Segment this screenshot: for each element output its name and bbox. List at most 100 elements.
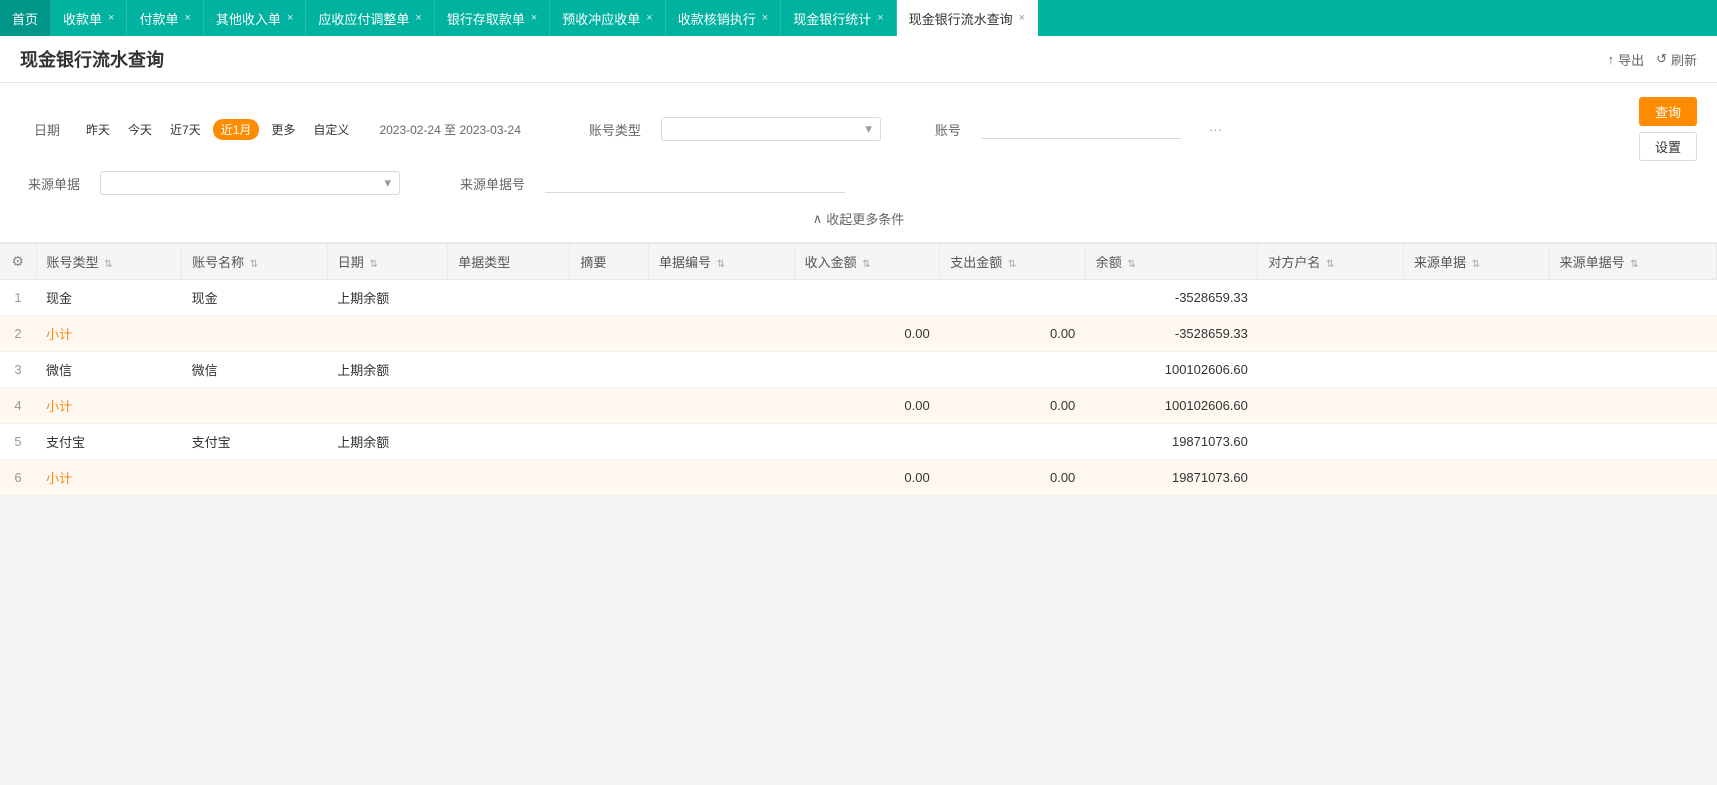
source-doc-no-input-wrapper	[545, 173, 845, 193]
row-num-cell: 5	[0, 424, 36, 460]
nav-other-income-close[interactable]: ×	[287, 12, 293, 24]
settings-button[interactable]: 设置	[1639, 132, 1697, 161]
counterpart-cell	[1258, 352, 1404, 388]
nav-ar-ap-adjust-close[interactable]: ×	[415, 12, 421, 24]
doc-type-cell	[448, 280, 570, 316]
nav-bank-deposit-label: 银行存取款单	[447, 9, 525, 28]
doc-no-cell	[649, 460, 795, 496]
summary-cell	[570, 424, 649, 460]
nav-payment-label: 付款单	[139, 9, 178, 28]
nav-bank-deposit-close[interactable]: ×	[531, 12, 537, 24]
nav-collection-exec-label: 收款核销执行	[678, 9, 756, 28]
date-option-7days[interactable]: 近7天	[164, 119, 207, 140]
summary-cell	[570, 352, 649, 388]
nav-receipt[interactable]: 收款单 ×	[51, 0, 127, 36]
nav-payment[interactable]: 付款单 ×	[127, 0, 203, 36]
collapse-up-icon: ∧	[813, 211, 823, 227]
col-summary: 摘要	[570, 244, 649, 280]
table-header: ⚙ 账号类型 ⇅ 账号名称 ⇅ 日期 ⇅ 单据类型 摘要 单据编号 ⇅ 收入金额…	[0, 244, 1717, 280]
account-type-cell: 微信	[36, 352, 182, 388]
balance-cell: 19871073.60	[1085, 424, 1258, 460]
source-doc-label: 来源单据	[20, 174, 80, 193]
account-no-label: 账号	[931, 120, 961, 139]
col-source-doc-no[interactable]: 来源单据号 ⇅	[1549, 244, 1716, 280]
balance-cell: -3528659.33	[1085, 316, 1258, 352]
row-num-cell: 3	[0, 352, 36, 388]
nav-ar-ap-adjust-label: 应收应付调整单	[318, 9, 409, 28]
counterpart-cell	[1258, 424, 1404, 460]
query-button[interactable]: 查询	[1639, 97, 1697, 126]
date-option-yesterday[interactable]: 昨天	[80, 119, 116, 140]
date-options: 昨天 今天 近7天 近1月 更多 自定义	[80, 119, 355, 140]
balance-cell: 100102606.60	[1085, 388, 1258, 424]
nav-receipt-close[interactable]: ×	[108, 12, 114, 24]
col-settings[interactable]: ⚙	[0, 244, 36, 280]
header-actions: ↑ 导出 ↺ 刷新	[1608, 50, 1697, 69]
account-type-select[interactable]: ▾	[661, 117, 881, 141]
source-doc-select[interactable]: ▾	[100, 171, 400, 195]
nav-home[interactable]: 首页	[0, 0, 51, 36]
account-name-cell	[182, 316, 328, 352]
source-doc-no-cell	[1549, 316, 1716, 352]
nav-other-income[interactable]: 其他收入单 ×	[204, 0, 306, 36]
col-account-type[interactable]: 账号类型 ⇅	[36, 244, 182, 280]
nav-bank-deposit[interactable]: 银行存取款单 ×	[435, 0, 550, 36]
account-name-cell: 微信	[182, 352, 328, 388]
source-doc-no-input[interactable]	[549, 175, 841, 190]
page-header: 现金银行流水查询 ↑ 导出 ↺ 刷新	[0, 36, 1717, 83]
nav-cash-bank-stats-label: 现金银行统计	[793, 9, 871, 28]
nav-collection-exec-close[interactable]: ×	[762, 12, 768, 24]
nav-payment-close[interactable]: ×	[184, 12, 190, 24]
filter-row-1: 日期 昨天 今天 近7天 近1月 更多 自定义 2023-02-24 至 202…	[20, 97, 1697, 161]
source-doc-cell	[1403, 424, 1549, 460]
sort-icon-source-doc-no: ⇅	[1630, 259, 1638, 270]
summary-cell	[570, 280, 649, 316]
date-cell	[327, 388, 448, 424]
income-cell	[794, 280, 940, 316]
source-doc-no-cell	[1549, 388, 1716, 424]
settings-gear-icon[interactable]: ⚙	[11, 253, 24, 269]
nav-advance-receipt-close[interactable]: ×	[646, 12, 652, 24]
col-balance[interactable]: 余额 ⇅	[1085, 244, 1258, 280]
source-doc-cell	[1403, 460, 1549, 496]
date-option-custom[interactable]: 自定义	[307, 119, 355, 140]
nav-cash-bank-flow[interactable]: 现金银行流水查询 ×	[897, 0, 1038, 36]
account-no-input[interactable]	[985, 121, 1177, 136]
date-option-1month[interactable]: 近1月	[213, 119, 260, 140]
table-row: 2小计0.000.00-3528659.33	[0, 316, 1717, 352]
nav-cash-bank-stats-close[interactable]: ×	[877, 12, 883, 24]
nav-home-label: 首页	[12, 9, 38, 28]
col-source-doc[interactable]: 来源单据 ⇅	[1403, 244, 1549, 280]
doc-type-cell	[448, 316, 570, 352]
col-counterpart[interactable]: 对方户名 ⇅	[1258, 244, 1404, 280]
doc-no-cell	[649, 316, 795, 352]
refresh-button[interactable]: ↺ 刷新	[1656, 50, 1697, 69]
nav-advance-receipt[interactable]: 预收冲应收单 ×	[550, 0, 665, 36]
date-option-more[interactable]: 更多	[265, 119, 301, 140]
nav-cash-bank-flow-close[interactable]: ×	[1019, 12, 1025, 24]
nav-ar-ap-adjust[interactable]: 应收应付调整单 ×	[306, 0, 434, 36]
date-cell: 上期余额	[327, 424, 448, 460]
col-expense[interactable]: 支出金额 ⇅	[940, 244, 1086, 280]
date-range-display: 2023-02-24 至 2023-03-24	[379, 121, 520, 138]
doc-type-cell	[448, 424, 570, 460]
nav-cash-bank-stats[interactable]: 现金银行统计 ×	[781, 0, 896, 36]
data-table-container: ⚙ 账号类型 ⇅ 账号名称 ⇅ 日期 ⇅ 单据类型 摘要 单据编号 ⇅ 收入金额…	[0, 243, 1717, 496]
balance-cell: 100102606.60	[1085, 352, 1258, 388]
col-doc-no[interactable]: 单据编号 ⇅	[649, 244, 795, 280]
collapse-filter-button[interactable]: ∧ 收起更多条件	[20, 205, 1697, 232]
row-num-cell: 2	[0, 316, 36, 352]
sort-icon-account-name: ⇅	[250, 259, 258, 270]
nav-collection-exec[interactable]: 收款核销执行 ×	[666, 0, 781, 36]
date-option-today[interactable]: 今天	[122, 119, 158, 140]
col-date[interactable]: 日期 ⇅	[327, 244, 448, 280]
export-button[interactable]: ↑ 导出	[1608, 50, 1645, 69]
col-income[interactable]: 收入金额 ⇅	[794, 244, 940, 280]
page-title: 现金银行流水查询	[20, 46, 164, 72]
account-dots-icon[interactable]: ···	[1209, 122, 1222, 137]
col-account-name[interactable]: 账号名称 ⇅	[182, 244, 328, 280]
account-name-cell	[182, 388, 328, 424]
doc-no-cell	[649, 280, 795, 316]
counterpart-cell	[1258, 316, 1404, 352]
filter-row-2: 来源单据 ▾ 来源单据号	[20, 171, 1697, 195]
